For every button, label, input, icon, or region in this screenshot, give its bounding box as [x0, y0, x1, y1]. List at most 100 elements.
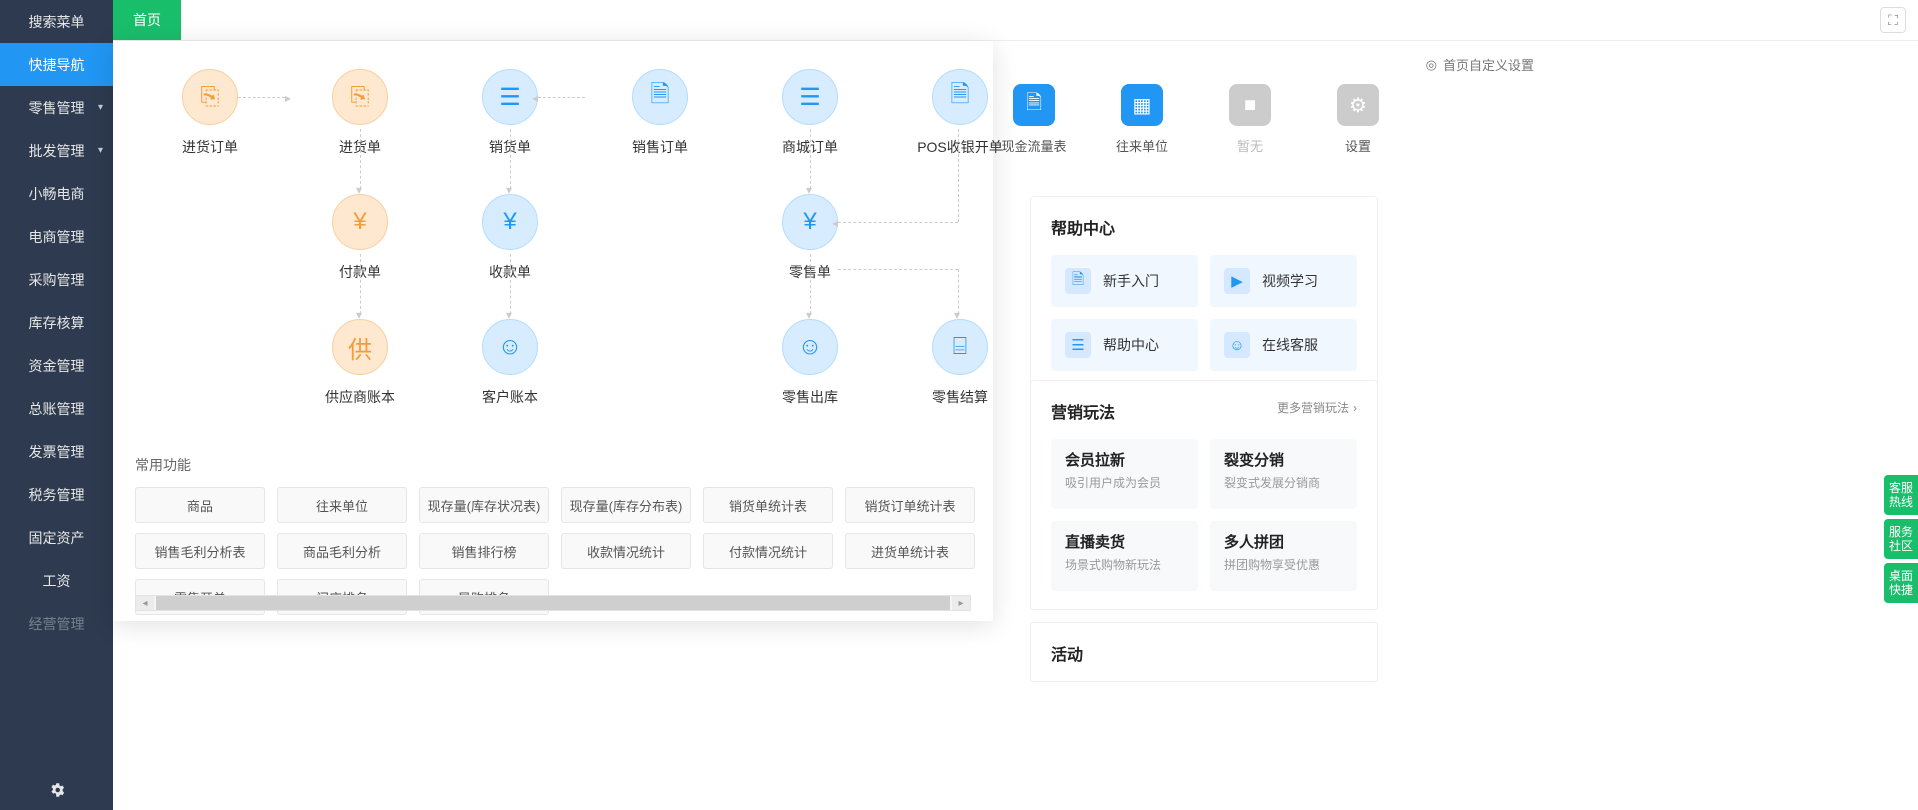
tool-empty[interactable]: ■暂无	[1210, 84, 1290, 155]
tool-settings[interactable]: ⚙设置	[1318, 84, 1398, 155]
help-center[interactable]: ☰帮助中心	[1051, 319, 1198, 371]
doc-icon: 🗎	[1065, 268, 1091, 294]
help-online-service[interactable]: ☺在线客服	[1210, 319, 1357, 371]
connector	[838, 269, 958, 270]
activity-panel: 活动	[1030, 622, 1378, 682]
sidebar-item-purchase[interactable]: 采购管理	[0, 258, 113, 301]
doc-in-icon: ⎘	[182, 69, 238, 125]
sidebar-item-funds[interactable]: 资金管理	[0, 344, 113, 387]
func-sales-order-stats[interactable]: 销货订单统计表	[845, 487, 975, 523]
wf-customer-ledger[interactable]: ☺客户账本	[435, 319, 585, 407]
target-icon: ◎	[1426, 57, 1437, 73]
sidebar-item-operation[interactable]: 经营管理	[0, 602, 113, 645]
chevron-right-icon: ›	[1353, 401, 1357, 415]
marketing-panel: 营销玩法 更多营销玩法› 会员拉新吸引用户成为会员 裂变分销裂变式发展分销商 直…	[1030, 380, 1378, 610]
tab-home[interactable]: 首页	[113, 0, 181, 40]
marketing-more-link[interactable]: 更多营销玩法›	[1277, 399, 1357, 416]
wf-retail-outbound[interactable]: ☺零售出库	[735, 319, 885, 407]
tool-contacts[interactable]: ▦往来单位	[1102, 84, 1182, 155]
connector: ◂	[538, 97, 585, 98]
connector	[958, 129, 959, 222]
person-icon: ☺	[482, 319, 538, 375]
func-sales-margin[interactable]: 销售毛利分析表	[135, 533, 265, 569]
pos-icon: 🗎	[932, 69, 988, 125]
func-sales-slip-stats[interactable]: 销货单统计表	[703, 487, 833, 523]
caret-down-icon: ▾	[98, 102, 103, 113]
ledger-icon: 供	[332, 319, 388, 375]
sidebar-item-inventory[interactable]: 库存核算	[0, 301, 113, 344]
float-community[interactable]: 服务社区	[1884, 519, 1918, 559]
sidebar: 搜索菜单 快捷导航 零售管理▾ 批发管理▾ 小畅电商 电商管理 采购管理 库存核…	[0, 0, 113, 810]
horizontal-scrollbar[interactable]: ◂ ▸	[135, 595, 971, 611]
caret-down-icon: ▾	[98, 145, 103, 156]
workflow-diagram: ⎘进货订单 ⎘进货单 ☰销货单 🗎销售订单 ☰商城订单 🗎POS收银开单 ¥付款…	[135, 69, 971, 449]
list-icon: ☰	[482, 69, 538, 125]
connector: ▾	[510, 129, 511, 189]
scroll-thumb[interactable]	[156, 596, 950, 610]
fullscreen-button[interactable]: ⛶	[1880, 7, 1906, 33]
scroll-left-icon[interactable]: ◂	[136, 596, 154, 610]
func-receipt-stats[interactable]: 收款情况统计	[561, 533, 691, 569]
float-hotline[interactable]: 客服热线	[1884, 475, 1918, 515]
sidebar-item-invoice[interactable]: 发票管理	[0, 430, 113, 473]
play-icon: ▶	[1224, 268, 1250, 294]
sidebar-item-salary[interactable]: 工资	[0, 559, 113, 602]
marketing-title: 营销玩法 更多营销玩法›	[1051, 399, 1357, 423]
connector: ◂	[838, 222, 958, 223]
wf-supplier-ledger[interactable]: 供供应商账本	[285, 319, 435, 407]
yen-icon: ¥	[332, 194, 388, 250]
settle-icon: ⌸	[932, 319, 988, 375]
func-stock-distribution[interactable]: 现存量(库存分布表)	[561, 487, 691, 523]
sidebar-item-tax[interactable]: 税务管理	[0, 473, 113, 516]
func-product-margin[interactable]: 商品毛利分析	[277, 533, 407, 569]
outbound-icon: ☺	[782, 319, 838, 375]
func-payment-stats[interactable]: 付款情况统计	[703, 533, 833, 569]
float-desktop-shortcut[interactable]: 桌面快捷	[1884, 563, 1918, 603]
wf-purchase-order[interactable]: ⎘进货订单	[135, 69, 285, 157]
market-card-member[interactable]: 会员拉新吸引用户成为会员	[1051, 439, 1198, 509]
yen-icon: ¥	[482, 194, 538, 250]
wf-pos-order[interactable]: 🗎POS收银开单	[885, 69, 1035, 157]
customize-home-link[interactable]: ◎ 首页自定义设置	[994, 55, 1534, 74]
func-purchase-slip-stats[interactable]: 进货单统计表	[845, 533, 975, 569]
sidebar-item-quicknav[interactable]: 快捷导航	[0, 43, 113, 86]
func-stock-status[interactable]: 现存量(库存状况表)	[419, 487, 549, 523]
wf-retail-settle[interactable]: ⌸零售结算	[885, 319, 1035, 407]
help-center-panel: 帮助中心 🗎新手入门 ▶视频学习 ☰帮助中心 ☺在线客服	[1030, 196, 1378, 390]
doc-icon: 🗎	[632, 69, 688, 125]
scroll-right-icon[interactable]: ▸	[952, 596, 970, 610]
func-contacts[interactable]: 往来单位	[277, 487, 407, 523]
connector: ▾	[360, 254, 361, 314]
dashboard-right: ◎ 首页自定义设置 🗎现金流量表 ▦往来单位 ■暂无 ⚙设置	[994, 55, 1534, 155]
connector: ▾	[810, 254, 811, 314]
connector: ▾	[510, 254, 511, 314]
sidebar-item-search[interactable]: 搜索菜单	[0, 0, 113, 43]
help-video[interactable]: ▶视频学习	[1210, 255, 1357, 307]
market-card-fission[interactable]: 裂变分销裂变式发展分销商	[1210, 439, 1357, 509]
sidebar-settings[interactable]	[0, 770, 113, 810]
list-icon: ☰	[1065, 332, 1091, 358]
quick-toolbar: 🗎现金流量表 ▦往来单位 ■暂无 ⚙设置	[994, 84, 1534, 155]
gear-icon	[48, 781, 66, 799]
sidebar-item-assets[interactable]: 固定资产	[0, 516, 113, 559]
gear-icon: ⚙	[1337, 84, 1379, 126]
sidebar-item-wholesale[interactable]: 批发管理▾	[0, 129, 113, 172]
func-sales-ranking[interactable]: 销售排行榜	[419, 533, 549, 569]
building-icon: ▦	[1121, 84, 1163, 126]
activity-title: 活动	[1051, 641, 1357, 665]
connector: ▾	[810, 129, 811, 189]
help-getting-started[interactable]: 🗎新手入门	[1051, 255, 1198, 307]
sidebar-item-xiaochang[interactable]: 小畅电商	[0, 172, 113, 215]
connector: ▾	[958, 269, 959, 314]
doc-out-icon: ⎘	[332, 69, 388, 125]
connector: ▸	[238, 97, 285, 98]
sidebar-item-ecommerce[interactable]: 电商管理	[0, 215, 113, 258]
yen-icon: ¥	[782, 194, 838, 250]
market-card-live[interactable]: 直播卖货场景式购物新玩法	[1051, 521, 1198, 591]
sidebar-item-ledger[interactable]: 总账管理	[0, 387, 113, 430]
sidebar-item-retail[interactable]: 零售管理▾	[0, 86, 113, 129]
func-product[interactable]: 商品	[135, 487, 265, 523]
wf-sales-order[interactable]: 🗎销售订单	[585, 69, 735, 157]
market-card-group[interactable]: 多人拼团拼团购物享受优惠	[1210, 521, 1357, 591]
floating-side-buttons: 客服热线 服务社区 桌面快捷	[1884, 475, 1918, 603]
